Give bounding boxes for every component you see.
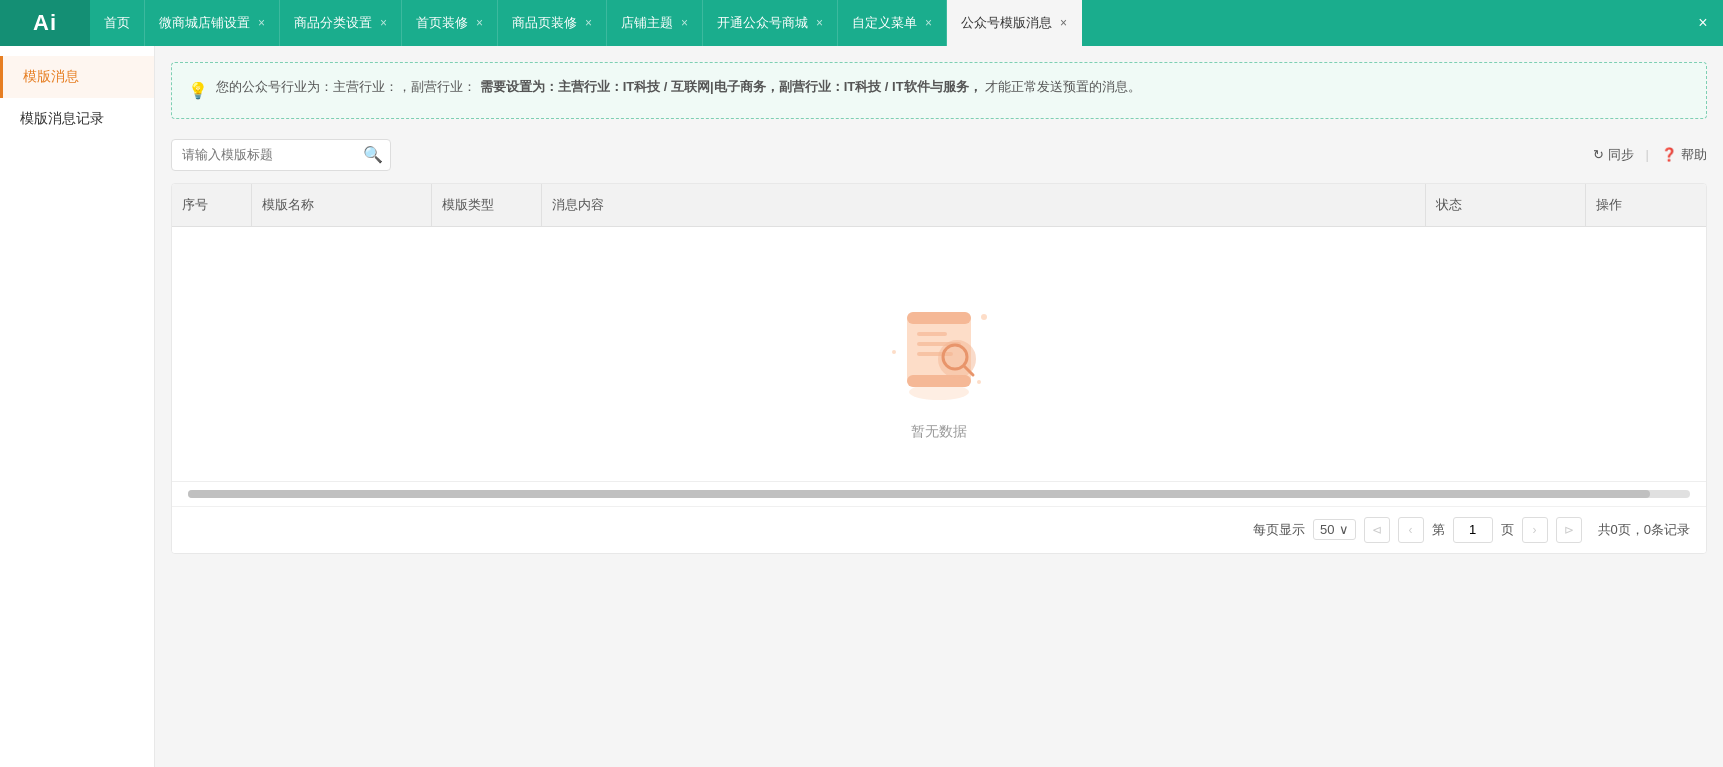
nav-tab[interactable]: 微商城店铺设置 × — [145, 0, 280, 46]
th-status: 状态 — [1426, 184, 1586, 226]
table-header: 序号 模版名称 模版类型 消息内容 状态 操作 — [172, 184, 1706, 227]
page-unit: 页 — [1501, 521, 1514, 539]
toolbar-right: ↻ 同步 | ❓ 帮助 — [1593, 146, 1707, 164]
svg-rect-2 — [907, 312, 971, 324]
content-area: 💡 您的公众号行业为：主营行业：，副营行业： 需要设置为：主营行业：IT科技 /… — [155, 46, 1723, 767]
help-label: 帮助 — [1681, 146, 1707, 164]
close-tab-icon[interactable]: × — [1060, 16, 1067, 30]
last-page-button[interactable]: ⊳ — [1556, 517, 1582, 543]
close-tab-icon[interactable]: × — [816, 16, 823, 30]
total-info: 共0页，0条记录 — [1598, 521, 1690, 539]
th-type: 模版类型 — [432, 184, 542, 226]
close-tab-icon[interactable]: × — [258, 16, 265, 30]
next-page-button[interactable]: › — [1522, 517, 1548, 543]
nav-tab[interactable]: 公众号模版消息 × — [947, 0, 1082, 46]
page-size-value: 50 — [1320, 522, 1334, 537]
notice-icon: 💡 — [188, 78, 208, 104]
nav-tab[interactable]: 首页装修 × — [402, 0, 498, 46]
sync-button[interactable]: ↻ 同步 — [1593, 146, 1634, 164]
nav-tab[interactable]: 店铺主题 × — [607, 0, 703, 46]
nav-tab[interactable]: 商品页装修 × — [498, 0, 607, 46]
search-button[interactable]: 🔍 — [363, 145, 383, 164]
help-button[interactable]: ❓ 帮助 — [1661, 146, 1707, 164]
svg-rect-4 — [917, 332, 947, 336]
top-nav: Ai 首页微商城店铺设置×商品分类设置×首页装修×商品页装修×店铺主题×开通公众… — [0, 0, 1723, 46]
th-name: 模版名称 — [252, 184, 432, 226]
th-content: 消息内容 — [542, 184, 1426, 226]
data-table: 序号 模版名称 模版类型 消息内容 状态 操作 — [171, 183, 1707, 554]
notice-text: 您的公众号行业为：主营行业：，副营行业： 需要设置为：主营行业：IT科技 / 互… — [216, 77, 1141, 98]
search-left: 🔍 — [171, 139, 391, 171]
svg-point-12 — [977, 380, 981, 384]
chevron-down-icon: ∨ — [1339, 522, 1349, 537]
main-layout: 模版消息模版消息记录 💡 您的公众号行业为：主营行业：，副营行业： 需要设置为：… — [0, 46, 1723, 767]
nav-tab[interactable]: 自定义菜单 × — [838, 0, 947, 46]
scroll-track[interactable] — [188, 490, 1690, 498]
notice-text-after: 才能正常发送预置的消息。 — [985, 79, 1141, 94]
sidebar-item[interactable]: 模版消息记录 — [0, 98, 154, 140]
sync-label: 同步 — [1608, 146, 1634, 164]
th-action: 操作 — [1586, 184, 1706, 226]
sync-icon: ↻ — [1593, 147, 1604, 162]
divider: | — [1646, 147, 1649, 162]
scroll-thumb[interactable] — [188, 490, 1650, 498]
close-all-button[interactable]: × — [1683, 0, 1723, 46]
nav-tab-label: 开通公众号商城 — [717, 14, 808, 32]
svg-point-10 — [981, 314, 987, 320]
notice-text-before: 您的公众号行业为：主营行业：，副营行业： — [216, 79, 476, 94]
empty-text: 暂无数据 — [911, 423, 967, 441]
first-page-button[interactable]: ⊲ — [1364, 517, 1390, 543]
nav-tab-label: 商品页装修 — [512, 14, 577, 32]
empty-illustration — [879, 287, 999, 407]
search-input[interactable] — [171, 139, 391, 171]
pagination-bar: 每页显示 50 ∨ ⊲ ‹ 第 页 › ⊳ 共0页，0条记录 — [172, 506, 1706, 553]
nav-tab-label: 首页 — [104, 14, 130, 32]
close-tab-icon[interactable]: × — [380, 16, 387, 30]
nav-tab[interactable]: 首页 — [90, 0, 145, 46]
nav-tab-label: 公众号模版消息 — [961, 14, 1052, 32]
nav-tab-label: 商品分类设置 — [294, 14, 372, 32]
nav-tab-label: 首页装修 — [416, 14, 468, 32]
nav-tab-label: 店铺主题 — [621, 14, 673, 32]
page-size-label: 每页显示 — [1253, 521, 1305, 539]
sidebar-item[interactable]: 模版消息 — [0, 56, 154, 98]
th-seq: 序号 — [172, 184, 252, 226]
notice-box: 💡 您的公众号行业为：主营行业：，副营行业： 需要设置为：主营行业：IT科技 /… — [171, 62, 1707, 119]
help-icon: ❓ — [1661, 147, 1677, 162]
search-input-wrap: 🔍 — [171, 139, 391, 171]
nav-tab-label: 微商城店铺设置 — [159, 14, 250, 32]
notice-highlight: 需要设置为：主营行业：IT科技 / 互联网|电子商务，副营行业：IT科技 / I… — [480, 79, 982, 94]
app-logo: Ai — [0, 0, 90, 46]
empty-state: 暂无数据 — [172, 227, 1706, 481]
search-bar: 🔍 ↻ 同步 | ❓ 帮助 — [171, 139, 1707, 171]
close-tab-icon[interactable]: × — [585, 16, 592, 30]
page-size-select[interactable]: 50 ∨ — [1313, 519, 1355, 540]
scrollbar-area — [172, 481, 1706, 506]
close-tab-icon[interactable]: × — [476, 16, 483, 30]
nav-tab-label: 自定义菜单 — [852, 14, 917, 32]
sidebar: 模版消息模版消息记录 — [0, 46, 155, 767]
page-prefix: 第 — [1432, 521, 1445, 539]
nav-tab[interactable]: 商品分类设置 × — [280, 0, 402, 46]
nav-tabs: 首页微商城店铺设置×商品分类设置×首页装修×商品页装修×店铺主题×开通公众号商城… — [90, 0, 1683, 46]
nav-tab[interactable]: 开通公众号商城 × — [703, 0, 838, 46]
prev-page-button[interactable]: ‹ — [1398, 517, 1424, 543]
svg-point-11 — [892, 350, 896, 354]
close-tab-icon[interactable]: × — [925, 16, 932, 30]
page-number-input[interactable] — [1453, 517, 1493, 543]
close-tab-icon[interactable]: × — [681, 16, 688, 30]
